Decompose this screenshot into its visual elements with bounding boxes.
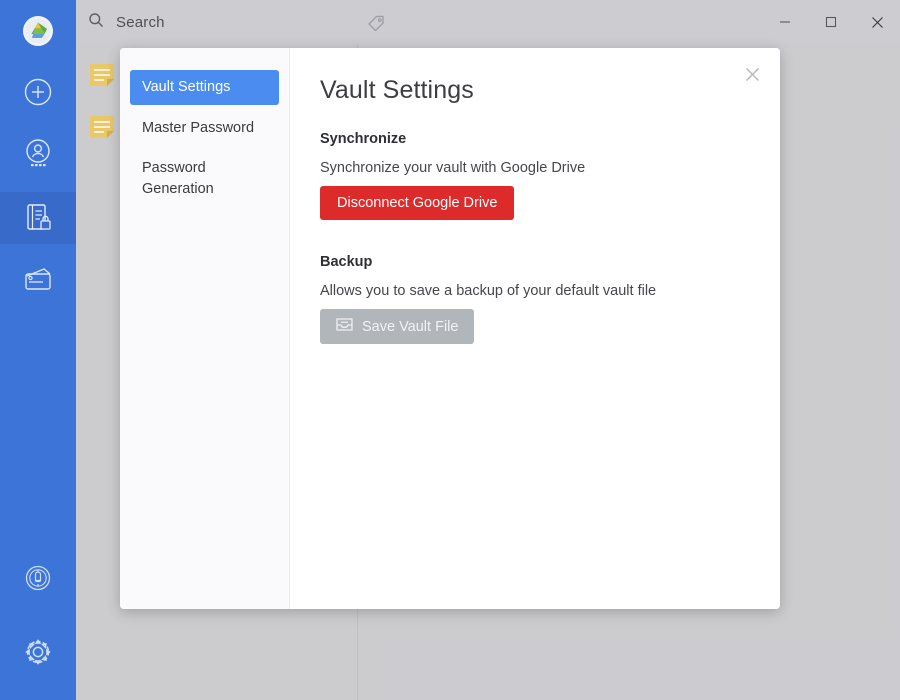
save-vault-file-button[interactable]: Save Vault File bbox=[320, 309, 475, 344]
dialog-nav-label: Master Password bbox=[142, 120, 255, 137]
app-window: Search Vault Settings Master Password Pa… bbox=[0, 0, 900, 700]
dialog-nav: Vault Settings Master Password Password … bbox=[120, 48, 290, 609]
dialog-nav-item-vault-settings[interactable]: Vault Settings bbox=[130, 70, 279, 106]
vault-settings-dialog: Vault Settings Master Password Password … bbox=[120, 48, 780, 609]
modal-overlay: Vault Settings Master Password Password … bbox=[0, 0, 900, 700]
dialog-content: Vault Settings Synchronize Synchronize y… bbox=[290, 48, 780, 609]
dialog-title: Vault Settings bbox=[320, 76, 474, 104]
section-heading-synchronize: Synchronize bbox=[320, 131, 407, 147]
disconnect-google-drive-button[interactable]: Disconnect Google Drive bbox=[320, 186, 515, 220]
dialog-close-icon[interactable] bbox=[740, 62, 764, 86]
section-description-backup: Allows you to save a backup of your defa… bbox=[320, 283, 657, 299]
dialog-nav-item-master-password[interactable]: Master Password bbox=[130, 111, 279, 146]
save-vault-file-label: Save Vault File bbox=[362, 318, 459, 335]
save-icon bbox=[336, 317, 353, 336]
section-heading-backup: Backup bbox=[320, 254, 373, 270]
dialog-nav-item-password-generation[interactable]: Password Generation bbox=[130, 152, 279, 206]
section-description-synchronize: Synchronize your vault with Google Drive bbox=[320, 160, 586, 176]
dialog-nav-label: Password Generation bbox=[142, 160, 214, 198]
disconnect-button-label: Disconnect Google Drive bbox=[337, 195, 498, 211]
dialog-nav-label: Vault Settings bbox=[142, 79, 231, 95]
